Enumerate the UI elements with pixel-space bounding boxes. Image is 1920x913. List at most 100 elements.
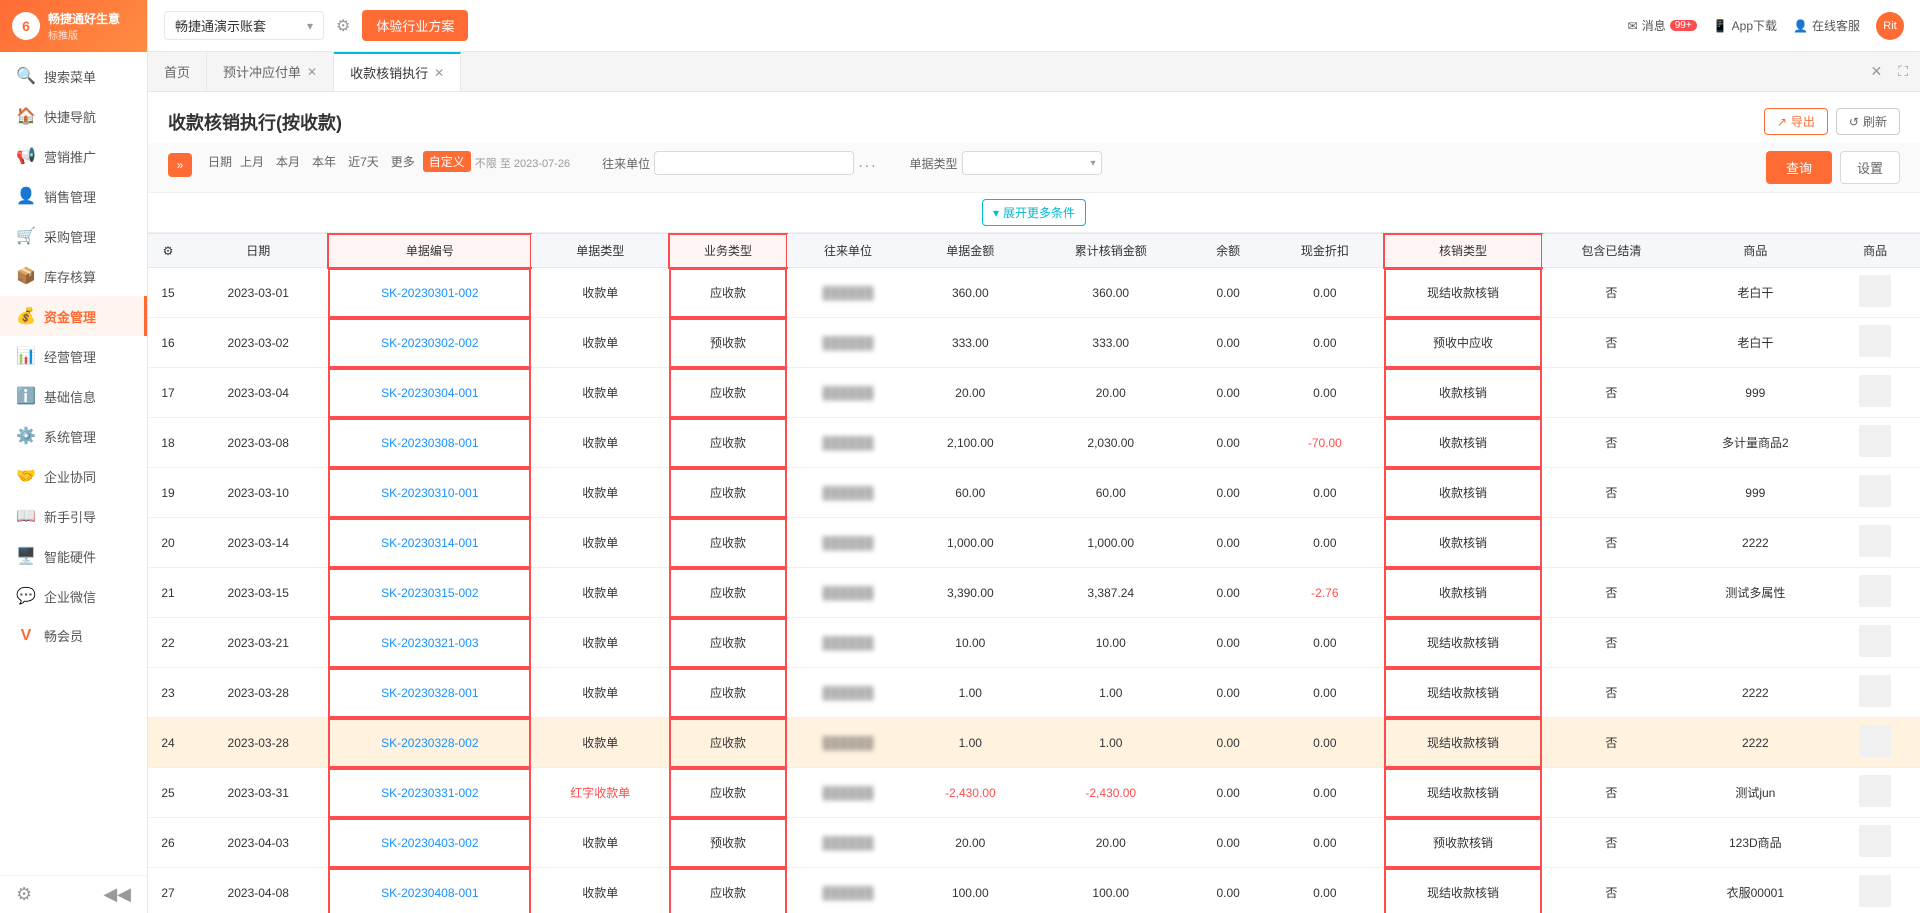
date-btn-more[interactable]: 更多 [387,151,419,172]
cell-date: 2023-03-31 [188,768,328,818]
cell-goods: 123D商品 [1681,818,1831,868]
bill-no-link[interactable]: SK-20230328-001 [381,686,478,700]
cell-include-settled: 否 [1542,268,1680,318]
sidebar-footer-settings[interactable]: ⚙ [16,884,32,905]
sidebar-item-hardware[interactable]: 🖥️ 智能硬件 [0,536,147,576]
cell-cancel-type: 现结收款核销 [1384,768,1543,818]
cell-bill-no: SK-20230301-002 [328,268,531,318]
col-header-balance[interactable]: 余额 [1190,234,1266,268]
topbar-settings-icon[interactable]: ⚙ [336,16,350,36]
bill-type-select[interactable] [962,151,1102,175]
tab-payable[interactable]: 预计冲应付单 ✕ [207,52,334,92]
bill-no-link[interactable]: SK-20230314-001 [381,536,478,550]
solution-button[interactable]: 体验行业方案 [362,10,468,41]
message-button[interactable]: ✉ 消息 99+ [1628,17,1697,34]
bill-no-link[interactable]: SK-20230315-002 [381,586,478,600]
sidebar-item-purchase[interactable]: 🛒 采购管理 [0,216,147,256]
sidebar-item-sales[interactable]: 👤 销售管理 [0,176,147,216]
date-btn-this-year[interactable]: 本年 [308,151,340,172]
col-header-goods[interactable]: 商品 [1681,234,1831,268]
cell-goods: 衣服00001 [1681,868,1831,913]
sidebar-item-search[interactable]: 🔍 搜索菜单 [0,56,147,96]
sidebar-item-marketing[interactable]: 📢 营销推广 [0,136,147,176]
col-header-include-settled[interactable]: 包含已结清 [1542,234,1680,268]
tab-receipt-cancel[interactable]: 收款核销执行 ✕ [334,52,461,92]
bill-no-link[interactable]: SK-20230310-001 [381,486,478,500]
sidebar-item-quicknav[interactable]: 🏠 快捷导航 [0,96,147,136]
user-avatar[interactable]: Rit [1876,12,1904,40]
workspace-selector[interactable]: 畅捷通演示账套 ▾ [164,11,324,40]
sidebar-item-guide[interactable]: 📖 新手引导 [0,496,147,536]
cell-include-settled: 否 [1542,818,1680,868]
col-header-cancel-amount[interactable]: 累计核销金额 [1031,234,1190,268]
sidebar-item-wechat[interactable]: 💬 企业微信 [0,576,147,616]
cell-goods-img [1830,368,1920,418]
cell-no: 25 [148,768,188,818]
sidebar-item-operation[interactable]: 📊 经营管理 [0,336,147,376]
date-btn-7days[interactable]: 近7天 [344,151,383,172]
col-header-bill-no[interactable]: 单据编号 [328,234,531,268]
cell-no: 26 [148,818,188,868]
bill-no-link[interactable]: SK-20230308-001 [381,436,478,450]
cell-cancel-amount: 1.00 [1031,718,1190,768]
cell-cancel-amount: 360.00 [1031,268,1190,318]
app-download-button[interactable]: 📱 App下载 [1713,17,1777,34]
sidebar-item-collab[interactable]: 🤝 企业协同 [0,456,147,496]
col-header-goods-img[interactable]: 商品 [1830,234,1920,268]
sidebar-item-inventory[interactable]: 📦 库存核算 [0,256,147,296]
cell-date: 2023-03-14 [188,518,328,568]
counterparty-input[interactable] [654,151,854,175]
cell-include-settled: 否 [1542,618,1680,668]
date-btn-last-month[interactable]: 上月 [236,151,268,172]
expand-more-label: 展开更多条件 [1003,204,1075,221]
cell-cancel-amount: 100.00 [1031,868,1190,913]
query-button[interactable]: 查询 [1766,151,1832,184]
cell-balance: 0.00 [1190,268,1266,318]
bill-no-link[interactable]: SK-20230321-003 [381,636,478,650]
maximize-icon[interactable]: ⛶ [1894,59,1912,84]
cell-goods [1681,618,1831,668]
close-all-icon[interactable]: ✕ [1866,59,1886,84]
cell-date: 2023-04-03 [188,818,328,868]
filter-arrow-button[interactable]: » [168,153,192,177]
cell-cash-discount: 0.00 [1266,768,1383,818]
bill-no-link[interactable]: SK-20230302-002 [381,336,478,350]
bill-no-link[interactable]: SK-20230331-002 [381,786,478,800]
sidebar-item-member[interactable]: V 畅会员 [0,616,147,655]
col-header-bill-amount[interactable]: 单据金额 [909,234,1031,268]
export-button[interactable]: ↗ 导出 [1764,108,1828,135]
col-header-cancel-type[interactable]: 核销类型 [1384,234,1543,268]
bill-no-link[interactable]: SK-20230328-002 [381,736,478,750]
cell-cash-discount: 0.00 [1266,518,1383,568]
sidebar-item-system[interactable]: ⚙️ 系统管理 [0,416,147,456]
col-header-biz-type[interactable]: 业务类型 [669,234,786,268]
col-header-counterparty[interactable]: 往来单位 [787,234,910,268]
tab-receipt-cancel-close[interactable]: ✕ [434,66,444,80]
col-header-date[interactable]: 日期 [188,234,328,268]
filter-settings-button[interactable]: 设置 [1840,151,1900,184]
expand-more-button[interactable]: ▾ 展开更多条件 [982,199,1086,226]
cell-bill-amount: -2,430.00 [909,768,1031,818]
cell-bill-type: 收款单 [531,418,669,468]
cell-cancel-type: 现结收款核销 [1384,868,1543,913]
tab-home[interactable]: 首页 [148,52,207,92]
date-btn-this-month[interactable]: 本月 [272,151,304,172]
col-header-gear[interactable]: ⚙ [148,234,188,268]
online-service-button[interactable]: 👤 在线客服 [1793,17,1860,34]
bill-no-link[interactable]: SK-20230403-002 [381,836,478,850]
refresh-button[interactable]: ↺ 刷新 [1836,108,1900,135]
sidebar-item-finance[interactable]: 💰 资金管理 [0,296,147,336]
cell-goods-img [1830,268,1920,318]
bill-no-link[interactable]: SK-20230304-001 [381,386,478,400]
bill-no-link[interactable]: SK-20230408-001 [381,886,478,900]
date-btn-custom[interactable]: 自定义 [423,151,471,172]
cell-goods: 测试jun [1681,768,1831,818]
cell-goods: 老白干 [1681,268,1831,318]
col-header-cash-discount[interactable]: 现金折扣 [1266,234,1383,268]
bill-no-link[interactable]: SK-20230301-002 [381,286,478,300]
sidebar-footer-collapse[interactable]: ◀◀ [103,884,131,905]
sidebar-label-guide: 新手引导 [44,507,96,526]
tab-payable-close[interactable]: ✕ [307,65,317,79]
col-header-bill-type[interactable]: 单据类型 [531,234,669,268]
sidebar-item-basic[interactable]: ℹ️ 基础信息 [0,376,147,416]
